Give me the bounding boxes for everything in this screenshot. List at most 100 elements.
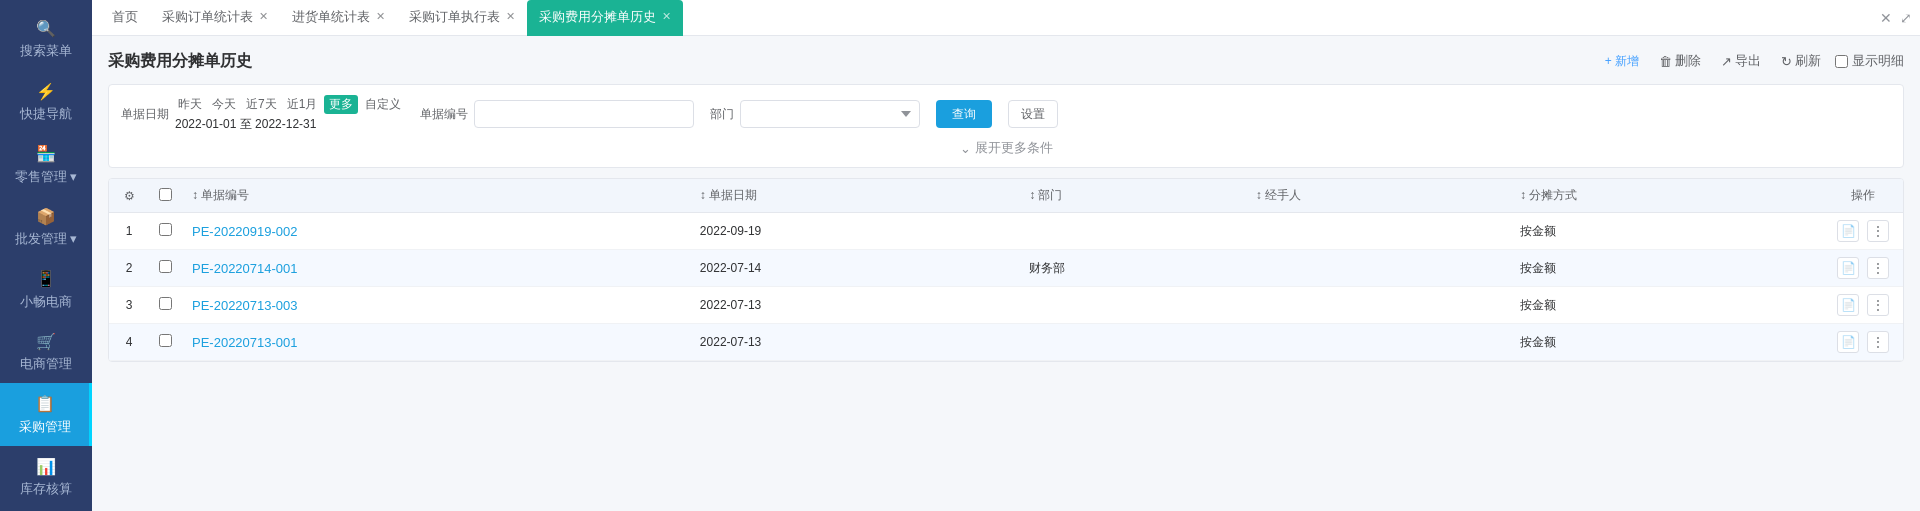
- sidebar-item-search-menu[interactable]: 🔍 搜索菜单: [0, 8, 92, 71]
- search-button[interactable]: 查询: [936, 100, 992, 128]
- sidebar-item-quick-nav[interactable]: ⚡快捷导航: [0, 71, 92, 134]
- tab-purchase-cost-history[interactable]: 采购费用分摊单历史✕: [527, 0, 683, 36]
- table-header-row: ⚙ ↕ 单据编号 ↕ 单据日期 ↕ 部门 ↕ 经手人 ↕ 分摊方式 操作: [109, 179, 1903, 213]
- more-btn-1[interactable]: ⋮: [1867, 257, 1889, 279]
- doc-no-link-2[interactable]: PE-20220713-003: [192, 298, 298, 313]
- col-header-dept[interactable]: ↕ 部门: [1019, 179, 1246, 213]
- col-header-settings[interactable]: ⚙: [109, 179, 149, 213]
- sidebar-item-inventory[interactable]: 📊库存核算: [0, 446, 92, 509]
- date-filter: 单据日期 昨天 今天 近7天 近1月 更多 自定义 2022-01-01 至 2…: [121, 95, 404, 133]
- shortcut-more[interactable]: 更多: [324, 95, 358, 114]
- view-btn-3[interactable]: 📄: [1837, 331, 1859, 353]
- delete-button[interactable]: 🗑 删除: [1653, 48, 1707, 74]
- sidebar-label-retail: 零售管理 ▾: [15, 169, 78, 184]
- tab-label-home: 首页: [112, 8, 138, 26]
- doc-no-input[interactable]: [474, 100, 694, 128]
- sidebar-item-purchase[interactable]: 📋 采购管理: [0, 383, 92, 446]
- dept-select[interactable]: [740, 100, 920, 128]
- chevron-down-icon: ⌄: [960, 141, 971, 156]
- tab-home[interactable]: 首页: [100, 0, 150, 36]
- cell-doc-no-0: PE-20220919-002: [182, 213, 690, 250]
- table-row: 4 PE-20220713-001 2022-07-13 按金额 📄 ⋮: [109, 324, 1903, 361]
- sidebar-item-wholesale[interactable]: 📦批发管理 ▾: [0, 196, 92, 259]
- tab-close-purchase-cost-history[interactable]: ✕: [662, 10, 671, 23]
- tab-close-incoming-stats[interactable]: ✕: [376, 10, 385, 23]
- tab-label-purchase-order-exec: 采购订单执行表: [409, 8, 500, 26]
- sidebar-icon-inventory: 📊: [4, 456, 88, 478]
- col-header-doc-no[interactable]: ↕ 单据编号: [182, 179, 690, 213]
- shortcut-today[interactable]: 今天: [209, 95, 239, 114]
- row-checkbox-1[interactable]: [159, 260, 172, 273]
- tab-incoming-stats[interactable]: 进货单统计表 ✕: [280, 0, 397, 36]
- close-window-icon[interactable]: ✕: [1880, 10, 1892, 26]
- row-checkbox-2[interactable]: [159, 297, 172, 310]
- sidebar: 🔍 搜索菜单 ⚡快捷导航🏪零售管理 ▾📦批发管理 ▾📱小畅电商🛒电商管理 📋 采购管理 📊…: [0, 0, 92, 511]
- sidebar-icon-search-menu: 🔍: [4, 18, 88, 40]
- cell-no-3: 4: [109, 324, 149, 361]
- select-all-checkbox[interactable]: [159, 188, 172, 201]
- sidebar-icon-purchase: 📋: [4, 393, 85, 415]
- shortcut-7days[interactable]: 近7天: [243, 95, 280, 114]
- cell-doc-date-2: 2022-07-13: [690, 287, 1019, 324]
- refresh-button[interactable]: ↻ 刷新: [1775, 48, 1827, 74]
- view-btn-0[interactable]: 📄: [1837, 220, 1859, 242]
- table-row: 2 PE-20220714-001 2022-07-14 财务部 按金额 📄 ⋮: [109, 250, 1903, 287]
- dept-filter: 部门: [710, 100, 920, 128]
- show-cols-checkbox-input[interactable]: [1835, 55, 1848, 68]
- toolbar: + 新增 🗑 删除 ↗ 导出 ↻ 刷新 显示明细: [1599, 48, 1904, 74]
- sidebar-item-mobile[interactable]: 📱小畅电商: [0, 258, 92, 321]
- content-area: 采购费用分摊单历史 + 新增 🗑 删除 ↗ 导出 ↻ 刷新 显示明细: [92, 36, 1920, 511]
- date-filter-label: 单据日期: [121, 106, 169, 123]
- tab-purchase-order-stats[interactable]: 采购订单统计表✕: [150, 0, 280, 36]
- filter-settings-button[interactable]: 设置: [1008, 100, 1058, 128]
- show-cols-toggle[interactable]: 显示明细: [1835, 52, 1904, 70]
- main-content: 首页采购订单统计表✕进货单统计表✕采购订单执行表✕采购费用分摊单历史✕ ✕ ⤢ …: [92, 0, 1920, 511]
- tab-close-purchase-order-stats[interactable]: ✕: [259, 10, 268, 23]
- page-title: 采购费用分摊单历史: [108, 51, 252, 72]
- shortcut-yesterday[interactable]: 昨天: [175, 95, 205, 114]
- export-button[interactable]: ↗ 导出: [1715, 48, 1767, 74]
- table-row: 1 PE-20220919-002 2022-09-19 按金额 📄 ⋮: [109, 213, 1903, 250]
- tab-bar: 首页采购订单统计表✕进货单统计表✕采购订单执行表✕采购费用分摊单历史✕ ✕ ⤢: [92, 0, 1920, 36]
- cell-handler-2: [1246, 287, 1510, 324]
- sidebar-item-ecom[interactable]: 🛒电商管理: [0, 321, 92, 384]
- doc-no-link-1[interactable]: PE-20220714-001: [192, 261, 298, 276]
- sidebar-label-purchase: 采购管理: [19, 419, 71, 434]
- col-header-handler[interactable]: ↕ 经手人: [1246, 179, 1510, 213]
- tab-close-purchase-order-exec[interactable]: ✕: [506, 10, 515, 23]
- col-header-check: [149, 179, 182, 213]
- new-button[interactable]: + 新增: [1599, 49, 1645, 74]
- row-checkbox-0[interactable]: [159, 223, 172, 236]
- cell-doc-no-2: PE-20220713-003: [182, 287, 690, 324]
- cell-actions-2: 📄 ⋮: [1823, 287, 1903, 324]
- doc-no-link-0[interactable]: PE-20220919-002: [192, 224, 298, 239]
- shortcut-custom[interactable]: 自定义: [362, 95, 404, 114]
- more-btn-3[interactable]: ⋮: [1867, 331, 1889, 353]
- cell-actions-3: 📄 ⋮: [1823, 324, 1903, 361]
- filter-area: 单据日期 昨天 今天 近7天 近1月 更多 自定义 2022-01-01 至 2…: [108, 84, 1904, 168]
- maximize-window-icon[interactable]: ⤢: [1900, 10, 1912, 26]
- cell-dept-0: [1019, 213, 1246, 250]
- table-header: ⚙ ↕ 单据编号 ↕ 单据日期 ↕ 部门 ↕ 经手人 ↕ 分摊方式 操作: [109, 179, 1903, 213]
- sidebar-label-mobile: 小畅电商: [20, 294, 72, 309]
- tab-purchase-order-exec[interactable]: 采购订单执行表 ✕: [397, 0, 527, 36]
- data-table-container: ⚙ ↕ 单据编号 ↕ 单据日期 ↕ 部门 ↕ 经手人 ↕ 分摊方式 操作: [108, 178, 1904, 362]
- more-btn-0[interactable]: ⋮: [1867, 220, 1889, 242]
- delete-icon: 🗑: [1659, 54, 1672, 69]
- cell-doc-date-0: 2022-09-19: [690, 213, 1019, 250]
- view-btn-2[interactable]: 📄: [1837, 294, 1859, 316]
- tab-label-incoming-stats: 进货单统计表: [292, 8, 370, 26]
- date-range-value[interactable]: 2022-01-01 至 2022-12-31: [175, 116, 404, 133]
- col-header-doc-date[interactable]: ↕ 单据日期: [690, 179, 1019, 213]
- cell-split-method-2: 按金额: [1510, 287, 1823, 324]
- view-btn-1[interactable]: 📄: [1837, 257, 1859, 279]
- cell-dept-1: 财务部: [1019, 250, 1246, 287]
- row-checkbox-3[interactable]: [159, 334, 172, 347]
- col-header-split-method[interactable]: ↕ 分摊方式: [1510, 179, 1823, 213]
- expand-more-btn[interactable]: ⌄ 展开更多条件: [121, 139, 1891, 157]
- doc-no-link-3[interactable]: PE-20220713-001: [192, 335, 298, 350]
- sidebar-label-search-menu: 搜索菜单: [20, 43, 72, 58]
- more-btn-2[interactable]: ⋮: [1867, 294, 1889, 316]
- shortcut-1month[interactable]: 近1月: [284, 95, 321, 114]
- sidebar-item-retail[interactable]: 🏪零售管理 ▾: [0, 133, 92, 196]
